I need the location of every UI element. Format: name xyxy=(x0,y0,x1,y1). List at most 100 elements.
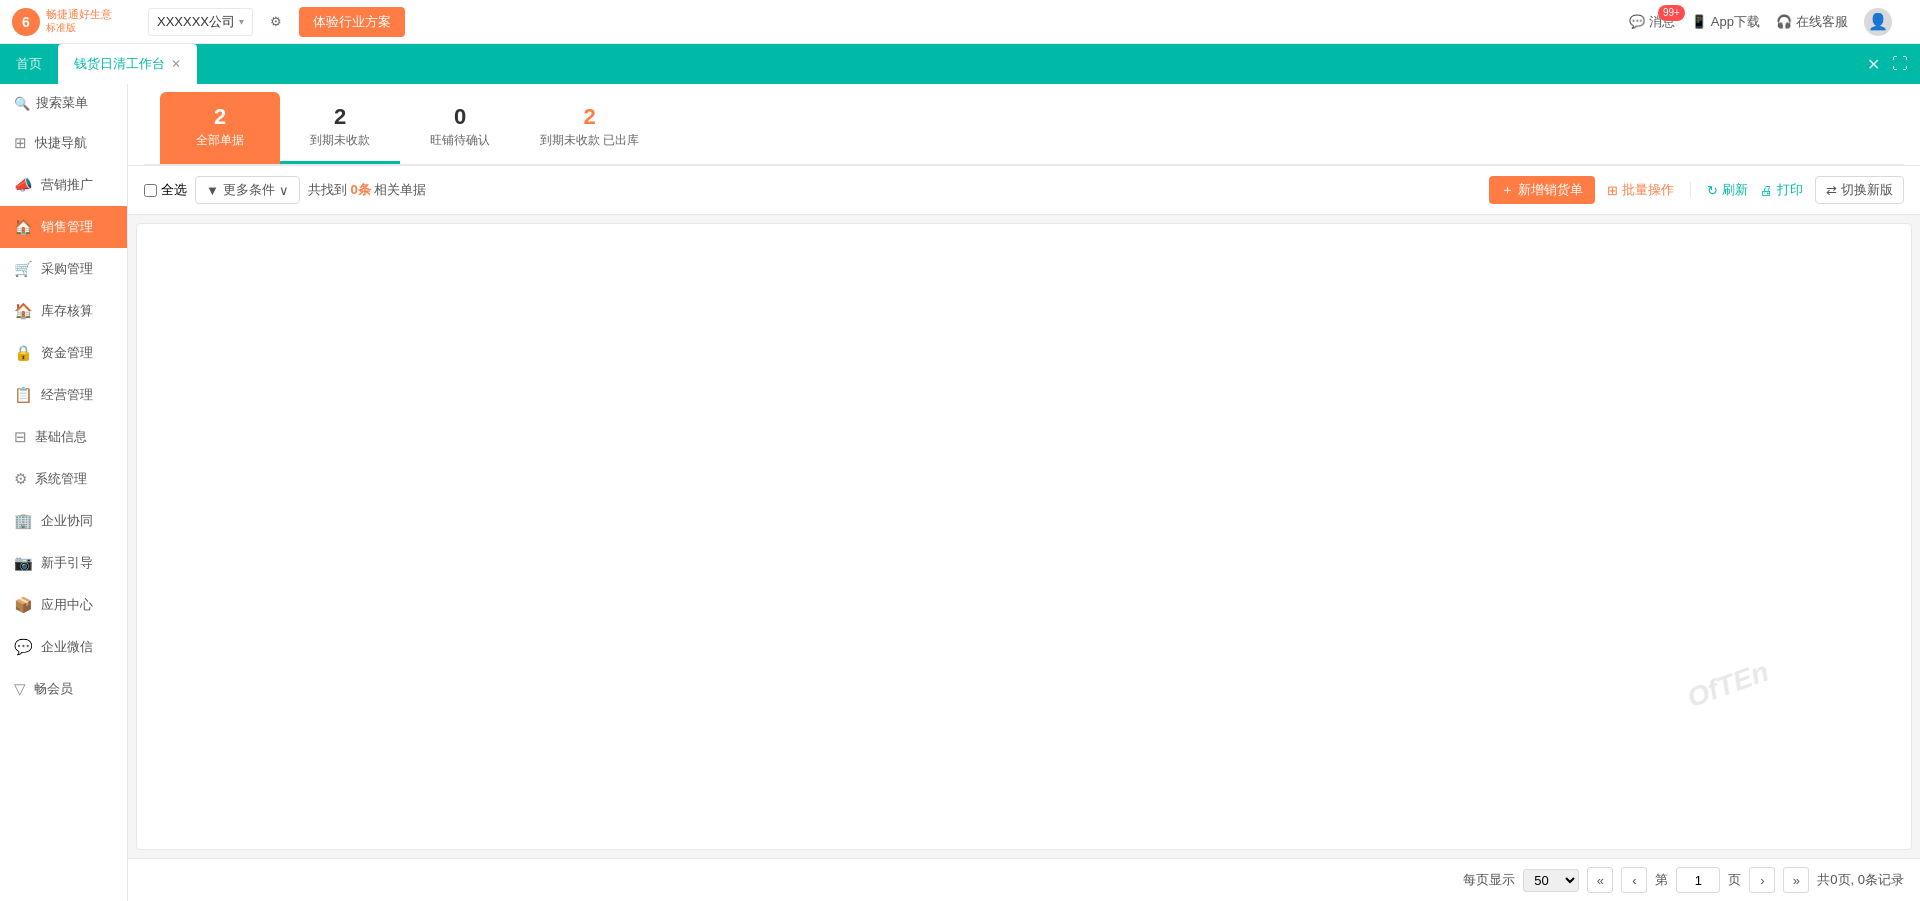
sidebar-item-wechat-label: 企业微信 xyxy=(41,638,93,656)
sidebar-item-quick-nav[interactable]: ⊞ 快捷导航 xyxy=(0,122,127,164)
sidebar-item-operations[interactable]: 📋 经营管理 xyxy=(0,374,127,416)
trial-button[interactable]: 体验行业方案 xyxy=(299,7,405,37)
add-sales-order-button[interactable]: ＋ 新增销货单 xyxy=(1489,176,1595,204)
grid-icon: ⊞ xyxy=(14,134,27,152)
system-icon: ⚙ xyxy=(14,470,27,488)
sidebar-item-purchase-label: 采购管理 xyxy=(41,260,93,278)
stat-pending-label: 旺铺待确认 xyxy=(420,132,500,149)
top-header: 6 畅捷通好生意 标准版 XXXXXX公司 ▾ ⚙ 体验行业方案 💬 消息 99… xyxy=(0,0,1920,44)
prev-page-button[interactable]: ‹ xyxy=(1621,867,1647,893)
refresh-label: 刷新 xyxy=(1722,181,1748,199)
stat-tab-all[interactable]: 2 全部单据 xyxy=(160,92,280,164)
stat-tab-not-shipped[interactable]: 2 到期未收款 已出库 xyxy=(520,92,659,164)
print-icon: 🖨 xyxy=(1760,183,1773,198)
stat-tab-overdue[interactable]: 2 到期未收款 xyxy=(280,92,400,164)
sidebar-item-basic-info[interactable]: ⊟ 基础信息 xyxy=(0,416,127,458)
basic-info-icon: ⊟ xyxy=(14,428,27,446)
add-icon: ＋ xyxy=(1501,181,1514,199)
settings-button[interactable]: ⚙ xyxy=(261,7,291,37)
sidebar-item-purchase[interactable]: 🛒 采购管理 xyxy=(0,248,127,290)
sidebar-item-sales-label: 销售管理 xyxy=(41,218,93,236)
operations-icon: 📋 xyxy=(14,386,33,404)
tab-close-icon[interactable]: ✕ xyxy=(171,57,181,71)
last-page-button[interactable]: » xyxy=(1783,867,1809,893)
switch-icon: ⇄ xyxy=(1826,183,1837,198)
sidebar-item-guide-label: 新手引导 xyxy=(41,554,93,572)
refresh-icon: ↻ xyxy=(1707,183,1718,198)
sidebar-item-member[interactable]: ▽ 畅会员 xyxy=(0,668,127,710)
filter-button[interactable]: ▼ 更多条件 ∨ xyxy=(195,176,300,204)
stats-tabs-wrapper: 2 全部单据 2 到期未收款 0 旺铺待确认 2 到期未收款 已出库 xyxy=(128,84,1920,166)
member-icon: ▽ xyxy=(14,680,26,698)
sales-icon: 🏠 xyxy=(14,218,33,236)
next-page-button[interactable]: › xyxy=(1749,867,1775,893)
per-page-label: 每页显示 xyxy=(1463,871,1515,889)
select-all-checkbox-label[interactable]: 全选 xyxy=(144,181,187,199)
sidebar-item-inventory[interactable]: 🏠 库存核算 xyxy=(0,290,127,332)
logo-icon: 6 xyxy=(12,8,40,36)
online-service-label: 在线客服 xyxy=(1796,13,1848,31)
app-download-button[interactable]: 📱 App下载 xyxy=(1691,13,1760,31)
select-all-checkbox[interactable] xyxy=(144,184,157,197)
sidebar-item-wechat[interactable]: 💬 企业微信 xyxy=(0,626,127,668)
stat-overdue-label: 到期未收款 xyxy=(300,132,380,149)
tab-work-bench-label: 钱货日清工作台 xyxy=(74,55,165,73)
sidebar: 🔍 搜索菜单 ⊞ 快捷导航 📣 营销推广 🏠 销售管理 🛒 采购管理 🏠 库存核… xyxy=(0,84,128,901)
tab-bar-right: ✕ ⛶ xyxy=(1867,55,1920,74)
sidebar-item-app-center[interactable]: 📦 应用中心 xyxy=(0,584,127,626)
app-center-icon: 📦 xyxy=(14,596,33,614)
logo-line2: 标准版 xyxy=(46,21,112,35)
company-selector[interactable]: XXXXXX公司 ▾ xyxy=(148,8,253,36)
first-page-button[interactable]: « xyxy=(1587,867,1613,893)
sidebar-item-system[interactable]: ⚙ 系统管理 xyxy=(0,458,127,500)
found-text: 共找到 0条 相关单据 xyxy=(308,181,426,199)
messages-badge: 99+ xyxy=(1658,5,1685,21)
divider xyxy=(1690,182,1691,198)
chevron-down-icon: ▾ xyxy=(239,16,244,27)
cooperation-icon: 🏢 xyxy=(14,512,33,530)
content-area: 2 全部单据 2 到期未收款 0 旺铺待确认 2 到期未收款 已出库 xyxy=(128,84,1920,901)
found-count: 0条 xyxy=(351,182,375,197)
switch-label: 切换新版 xyxy=(1841,181,1893,199)
stat-not-shipped-number: 2 xyxy=(540,104,639,130)
guide-icon: 📷 xyxy=(14,554,33,572)
sidebar-item-marketing[interactable]: 📣 营销推广 xyxy=(0,164,127,206)
refresh-button[interactable]: ↻ 刷新 xyxy=(1707,181,1748,199)
gear-icon: ⚙ xyxy=(270,14,282,29)
filter-label: 更多条件 xyxy=(223,181,275,199)
sidebar-item-inventory-label: 库存核算 xyxy=(41,302,93,320)
sidebar-item-basic-info-label: 基础信息 xyxy=(35,428,87,446)
messages-button[interactable]: 💬 消息 99+ xyxy=(1629,13,1675,31)
inventory-icon: 🏠 xyxy=(14,302,33,320)
sidebar-item-member-label: 畅会员 xyxy=(34,680,73,698)
tab-expand-icon[interactable]: ⛶ xyxy=(1892,55,1908,73)
per-page-select[interactable]: 50 20 100 xyxy=(1523,869,1579,892)
page-label: 第 xyxy=(1655,871,1668,889)
sidebar-item-guide[interactable]: 📷 新手引导 xyxy=(0,542,127,584)
filter-icon: ▼ xyxy=(206,183,219,198)
stat-not-shipped-label: 到期未收款 已出库 xyxy=(540,132,639,149)
logo-area: 6 畅捷通好生意 标准版 xyxy=(12,8,140,36)
online-service-button[interactable]: 🎧 在线客服 xyxy=(1776,13,1848,31)
tab-work-bench[interactable]: 钱货日清工作台 ✕ xyxy=(58,44,197,84)
page-input[interactable] xyxy=(1676,867,1720,893)
tab-home[interactable]: 首页 xyxy=(0,44,58,84)
tab-close-window-icon[interactable]: ✕ xyxy=(1867,55,1880,74)
header-right: 💬 消息 99+ 📱 App下载 🎧 在线客服 👤 xyxy=(1629,8,1908,36)
batch-operation-button[interactable]: ⊞ 批量操作 xyxy=(1607,181,1674,199)
sidebar-item-finance[interactable]: 🔒 资金管理 xyxy=(0,332,127,374)
add-sales-order-label: 新增销货单 xyxy=(1518,181,1583,199)
stat-tab-pending[interactable]: 0 旺铺待确认 xyxy=(400,92,520,164)
sidebar-item-operations-label: 经营管理 xyxy=(41,386,93,404)
sidebar-item-cooperation-label: 企业协同 xyxy=(41,512,93,530)
pagination-bar: 每页显示 50 20 100 « ‹ 第 页 › » 共0页, 0条记录 xyxy=(128,858,1920,901)
wechat-icon: 💬 xyxy=(14,638,33,656)
switch-version-button[interactable]: ⇄ 切换新版 xyxy=(1815,176,1904,204)
sidebar-item-cooperation[interactable]: 🏢 企业协同 xyxy=(0,500,127,542)
print-button[interactable]: 🖨 打印 xyxy=(1760,181,1803,199)
sidebar-search[interactable]: 🔍 搜索菜单 xyxy=(0,84,127,122)
company-name: XXXXXX公司 xyxy=(157,13,235,31)
message-icon: 💬 xyxy=(1629,14,1645,29)
avatar[interactable]: 👤 xyxy=(1864,8,1892,36)
sidebar-item-sales[interactable]: 🏠 销售管理 xyxy=(0,206,127,248)
